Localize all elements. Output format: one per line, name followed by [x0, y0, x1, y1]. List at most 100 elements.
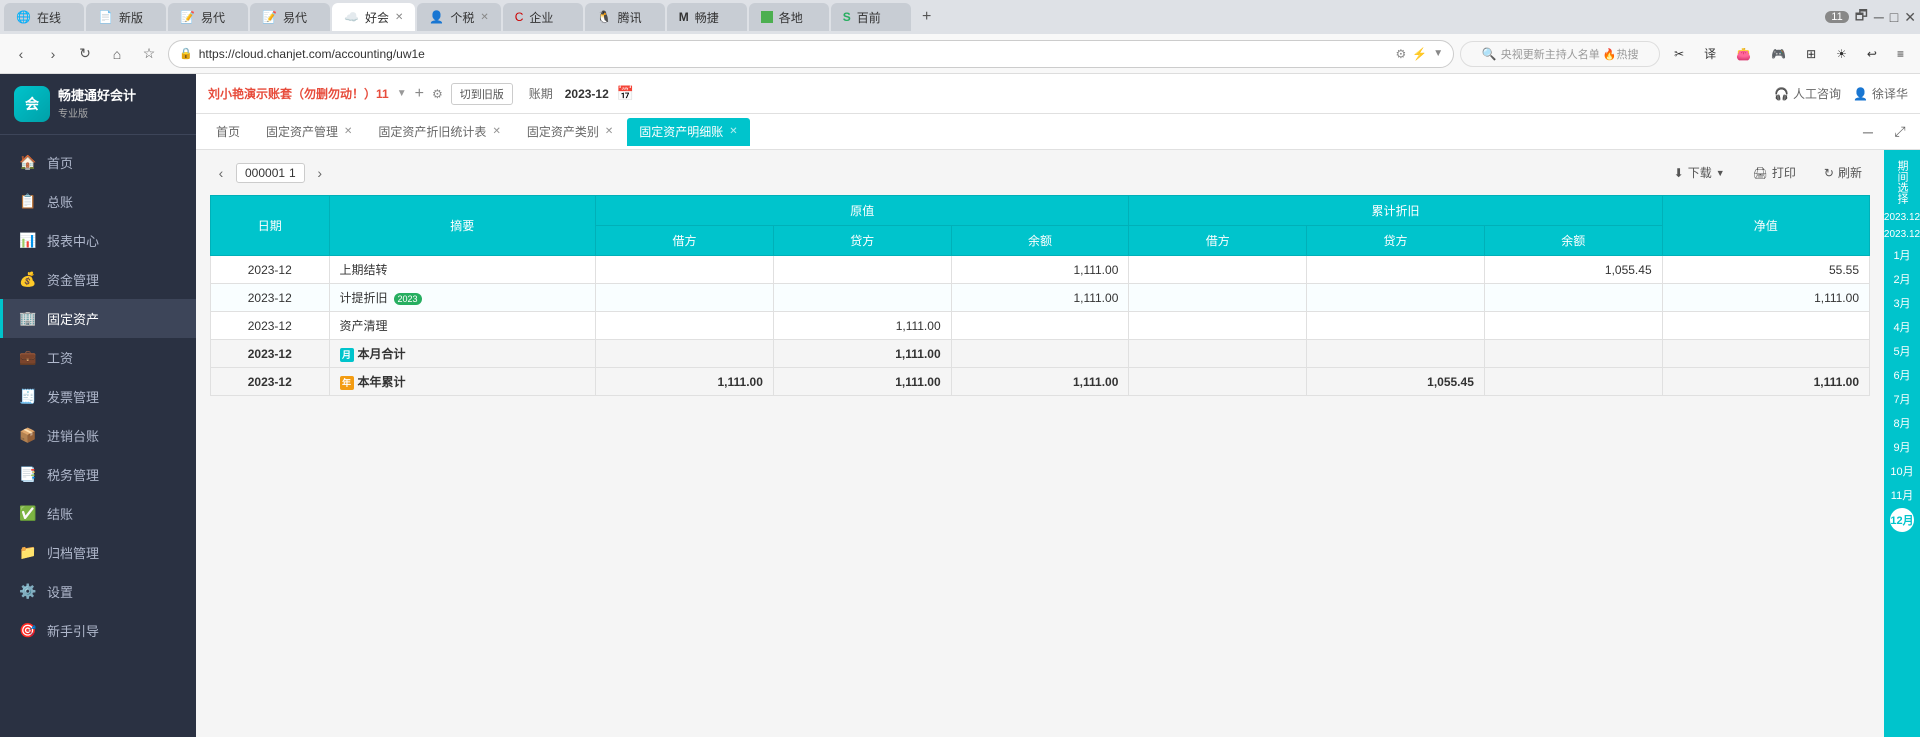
sidebar-item-invoice[interactable]: 🧾 发票管理 — [0, 377, 196, 416]
refresh-btn[interactable]: ↻ 刷新 — [1816, 160, 1870, 185]
period-month-7[interactable]: 7月 — [1888, 388, 1916, 410]
sidebar-item-settings[interactable]: ⚙️ 设置 — [0, 572, 196, 611]
calendar-icon[interactable]: 📅 — [617, 85, 634, 102]
sidebar-item-home[interactable]: 🏠 首页 — [0, 143, 196, 182]
browser-tab-new[interactable]: 📄 新版 — [86, 3, 166, 31]
lightning-icon[interactable]: ⚡ — [1412, 47, 1427, 61]
sidebar-item-general-ledger[interactable]: 📋 总账 — [0, 182, 196, 221]
switch-version-btn[interactable]: 切到旧版 — [451, 83, 513, 105]
sub-header-accum-credit: 贷方 — [1307, 226, 1485, 256]
company-name: 刘小艳演示账套（勿删勿动！）11 — [208, 85, 389, 102]
page-tab-fixed-assets-mgmt[interactable]: 固定资产管理 ✕ — [254, 118, 364, 146]
nav-bar: ‹ › ↻ ⌂ ☆ 🔒 https://cloud.chanjet.com/ac… — [0, 34, 1920, 74]
browser-tab-gedi[interactable]: 各地 — [749, 3, 829, 31]
period-month-12[interactable]: 12月 — [1890, 508, 1914, 532]
sidebar-item-archive[interactable]: 📁 归档管理 — [0, 533, 196, 572]
forward-button[interactable]: › — [40, 41, 66, 67]
user-info[interactable]: 👤 徐译华 — [1853, 85, 1908, 102]
browser-tab-changjie[interactable]: M 畅捷 — [667, 3, 747, 31]
restore-window-icon[interactable]: 🗗 — [1855, 5, 1868, 29]
close-icon[interactable]: ✕ — [480, 12, 488, 23]
sidebar-item-guide[interactable]: 🎯 新手引导 — [0, 611, 196, 650]
browser-tab-yidai2[interactable]: 📝 易代 — [250, 3, 330, 31]
period-month-3[interactable]: 3月 — [1888, 292, 1916, 314]
cell-summary: 月本月合计 — [329, 340, 596, 368]
translate-btn[interactable]: 译 — [1696, 41, 1724, 67]
minimize-icon[interactable]: ─ — [1874, 9, 1884, 25]
home-button[interactable]: ⌂ — [104, 41, 130, 67]
page-tab-depreciation-stat[interactable]: 固定资产折旧统计表 ✕ — [366, 118, 512, 146]
sidebar-item-payroll[interactable]: 💼 工资 — [0, 338, 196, 377]
period-month-6[interactable]: 6月 — [1888, 364, 1916, 386]
sidebar-item-reports[interactable]: 📊 报表中心 — [0, 221, 196, 260]
period-month-11[interactable]: 11月 — [1888, 484, 1916, 506]
page-tab-home[interactable]: 首页 — [204, 118, 252, 146]
period-selector-header: 期间选择 — [1894, 156, 1910, 208]
brightness-btn[interactable]: ☀ — [1828, 41, 1855, 67]
address-bar[interactable]: 🔒 https://cloud.chanjet.com/accounting/u… — [168, 40, 1454, 68]
close-icon[interactable]: ✕ — [729, 126, 737, 137]
download-btn[interactable]: ⬇ 下载 ▼ — [1666, 160, 1733, 185]
game-btn[interactable]: 🎮 — [1763, 41, 1794, 67]
back-button[interactable]: ‹ — [8, 41, 34, 67]
top-bar-right: 🎧 人工咨询 👤 徐译华 — [1774, 85, 1908, 102]
browser-tab-geshui[interactable]: 👤 个税 ✕ — [417, 3, 500, 31]
new-tab-button[interactable]: + — [913, 3, 941, 31]
sidebar-item-fixed-assets[interactable]: 🏢 固定资产 — [0, 299, 196, 338]
period-month-4[interactable]: 4月 — [1888, 316, 1916, 338]
close-icon[interactable]: ✕ — [344, 126, 352, 137]
close-icon[interactable]: ✕ — [492, 126, 500, 137]
period-month-10[interactable]: 10月 — [1888, 460, 1916, 482]
account-number: 000001 — [245, 166, 285, 180]
cell-summary: 年本年累计 — [329, 368, 596, 396]
dropdown-icon[interactable]: ▼ — [1433, 48, 1443, 59]
browser-tab-baiqian[interactable]: S 百前 — [831, 3, 911, 31]
sub-header-accum-debit: 借方 — [1129, 226, 1307, 256]
period-month-8[interactable]: 8月 — [1888, 412, 1916, 434]
scissors-btn[interactable]: ✂ — [1666, 41, 1692, 67]
reload-button[interactable]: ↻ — [72, 41, 98, 67]
page-tab-asset-ledger[interactable]: 固定资产明细账 ✕ — [627, 118, 749, 146]
period-month-5[interactable]: 5月 — [1888, 340, 1916, 362]
wallet-btn[interactable]: 👛 — [1728, 41, 1759, 67]
search-bar[interactable]: 🔍 央视更新主持人名单 🔥热搜 — [1460, 41, 1660, 67]
close-icon[interactable]: ✕ — [395, 12, 403, 23]
prev-page-btn[interactable]: ‹ — [210, 162, 232, 184]
toolbar-right: ⬇ 下载 ▼ 🖨 打印 ↻ 刷新 — [1666, 160, 1870, 185]
cell-date: 2023-12 — [211, 368, 330, 396]
menu-btn[interactable]: ≡ — [1889, 41, 1912, 67]
browser-tab-tencent[interactable]: 🐧 腾讯 — [585, 3, 665, 31]
next-page-btn[interactable]: › — [309, 162, 331, 184]
close-window-icon[interactable]: ✕ — [1904, 9, 1916, 26]
period-month-1[interactable]: 1月 — [1888, 244, 1916, 266]
sidebar-item-inventory[interactable]: 📦 进销台账 — [0, 416, 196, 455]
site-info-icon[interactable]: ⚙ — [1395, 47, 1406, 61]
grid-btn[interactable]: ⊞ — [1798, 41, 1824, 67]
browser-tab-qiye[interactable]: C 企业 — [503, 3, 583, 31]
sidebar-item-capital[interactable]: 💰 资金管理 — [0, 260, 196, 299]
user-avatar-icon: 👤 — [1853, 87, 1868, 101]
page-tab-asset-category[interactable]: 固定资产类别 ✕ — [515, 118, 625, 146]
period-month-9[interactable]: 9月 — [1888, 436, 1916, 458]
company-settings-icon[interactable]: ⚙ — [432, 87, 443, 101]
sidebar-item-period-end[interactable]: ✅ 结账 — [0, 494, 196, 533]
reports-icon: 📊 — [19, 232, 37, 250]
browser-tab-haohui[interactable]: ☁️ 好会 ✕ — [332, 3, 415, 31]
bookmark-button[interactable]: ☆ — [136, 41, 162, 67]
service-btn[interactable]: 🎧 人工咨询 — [1774, 85, 1841, 102]
table-row: 2023-12 上期结转 1,111.00 1,055.45 55.55 — [211, 256, 1870, 284]
browser-tab-yidai1[interactable]: 📝 易代 — [168, 3, 248, 31]
close-icon[interactable]: ✕ — [605, 126, 613, 137]
sidebar-item-tax[interactable]: 📑 税务管理 — [0, 455, 196, 494]
browser-tab-online[interactable]: 🌐 在线 — [4, 3, 84, 31]
dropdown-arrow-icon: ▼ — [1716, 168, 1725, 178]
minimize-tab-icon[interactable]: ─ — [1856, 120, 1880, 144]
print-btn[interactable]: 🖨 打印 — [1745, 160, 1804, 185]
expand-tab-icon[interactable]: ⤢ — [1888, 120, 1912, 144]
tab-label: 百前 — [857, 9, 881, 26]
maximize-icon[interactable]: □ — [1890, 9, 1898, 25]
add-company-btn[interactable]: + — [415, 85, 424, 103]
undo-btn[interactable]: ↩ — [1859, 41, 1885, 67]
period-month-2[interactable]: 2月 — [1888, 268, 1916, 290]
company-dropdown-icon[interactable]: ▼ — [397, 88, 407, 99]
